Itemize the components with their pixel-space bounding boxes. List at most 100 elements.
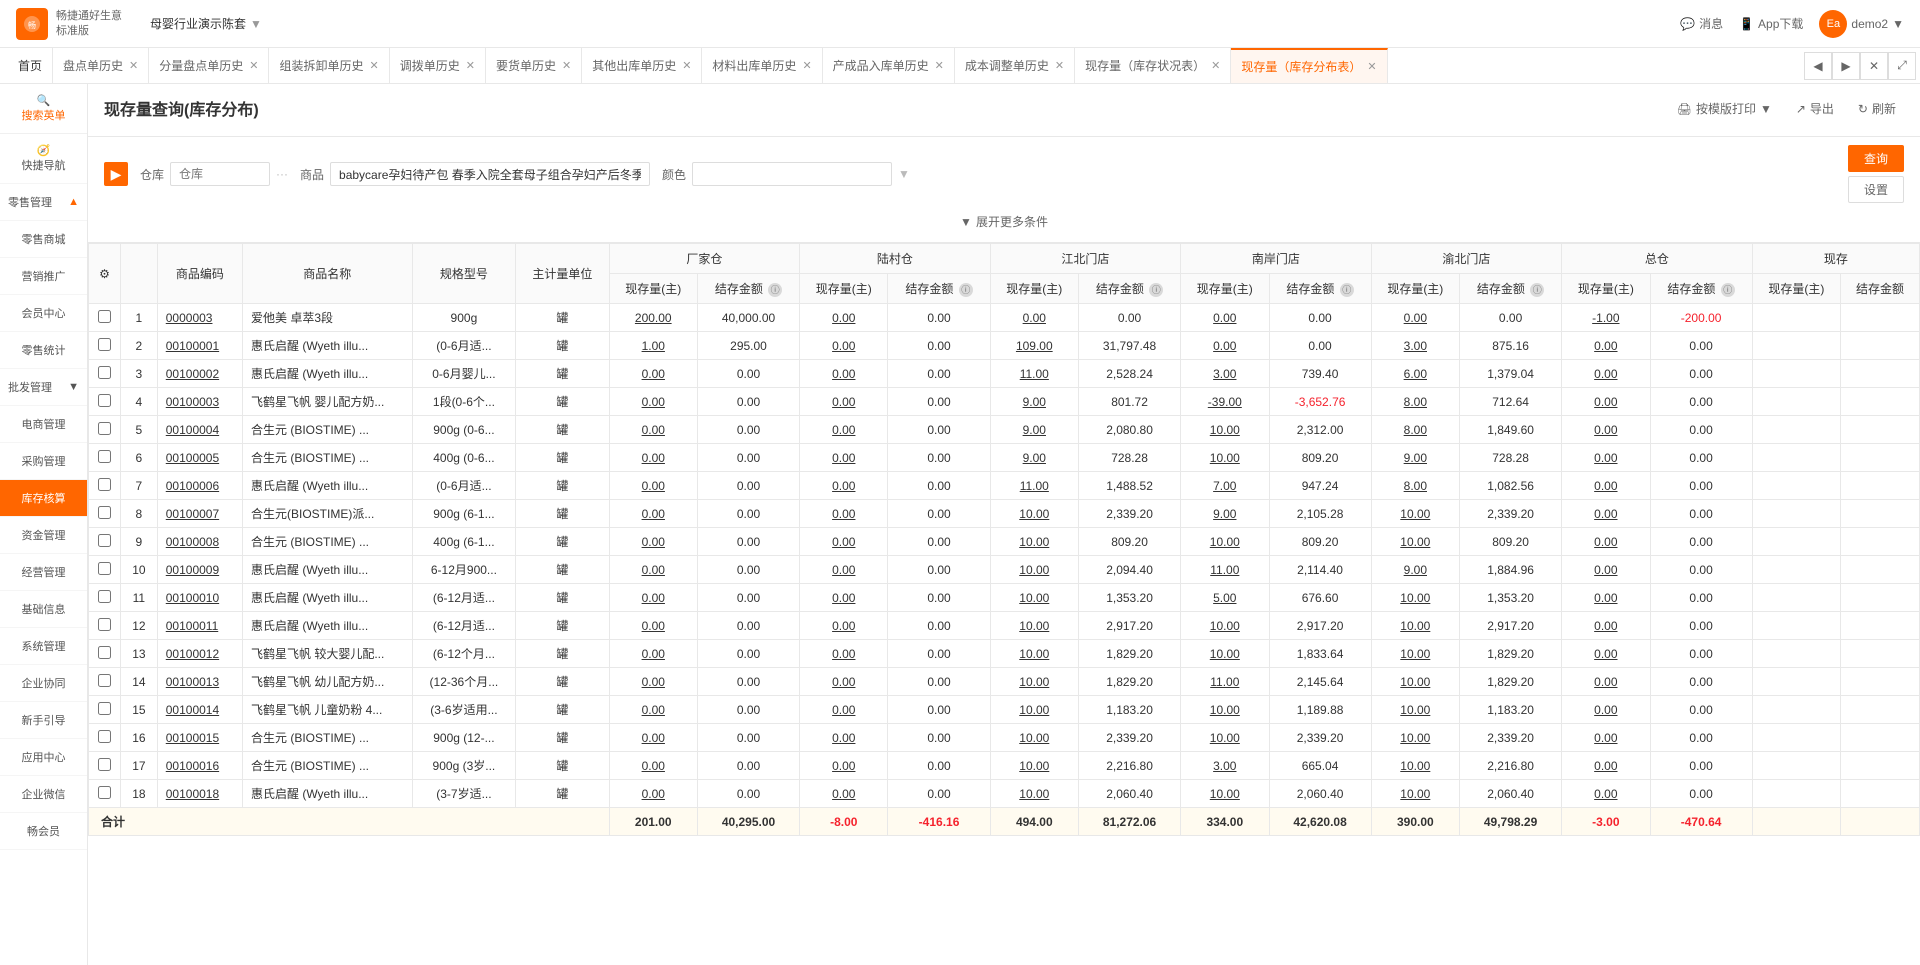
sidebar-item-retail[interactable]: 零售管理 ▲ (0, 184, 87, 221)
row-code[interactable]: 00100013 (157, 668, 242, 696)
row-jb-qty[interactable]: 10.00 (990, 668, 1078, 696)
tab-home[interactable]: 首页 (8, 48, 53, 83)
row-l-qty[interactable]: 0.00 (800, 668, 888, 696)
tab-close-icon[interactable]: ✕ (562, 59, 571, 72)
row-t-qty[interactable]: 0.00 (1562, 780, 1650, 808)
row-na-qty[interactable]: 3.00 (1181, 752, 1269, 780)
row-f-qty[interactable]: 0.00 (609, 528, 697, 556)
row-select[interactable] (89, 668, 121, 696)
row-jb-qty[interactable]: 11.00 (990, 472, 1078, 500)
row-yb-qty[interactable]: 9.00 (1371, 444, 1459, 472)
tab-close-icon[interactable]: ✕ (466, 59, 475, 72)
row-na-qty[interactable]: 11.00 (1181, 556, 1269, 584)
row-f-qty[interactable]: 0.00 (609, 668, 697, 696)
sidebar-item-wechat[interactable]: 企业微信 (0, 776, 87, 813)
row-f-qty[interactable]: 0.00 (609, 696, 697, 724)
tab-close-icon[interactable]: ✕ (249, 59, 258, 72)
row-f-qty[interactable]: 0.00 (609, 556, 697, 584)
row-na-qty[interactable]: 9.00 (1181, 500, 1269, 528)
row-t-qty[interactable]: -1.00 (1562, 304, 1650, 332)
row-jb-qty[interactable]: 10.00 (990, 500, 1078, 528)
row-yb-qty[interactable]: 10.00 (1371, 668, 1459, 696)
row-l-qty[interactable]: 0.00 (800, 444, 888, 472)
row-yb-qty[interactable]: 8.00 (1371, 416, 1459, 444)
row-f-qty[interactable]: 0.00 (609, 640, 697, 668)
row-select[interactable] (89, 472, 121, 500)
row-yb-qty[interactable]: 8.00 (1371, 472, 1459, 500)
tab-close-icon[interactable]: ✕ (1367, 60, 1376, 73)
row-jb-qty[interactable]: 11.00 (990, 360, 1078, 388)
sidebar-item-operations[interactable]: 经营管理 (0, 554, 87, 591)
row-t-qty[interactable]: 0.00 (1562, 528, 1650, 556)
sidebar-item-member-plus[interactable]: 畅会员 (0, 813, 87, 850)
row-na-qty[interactable]: 10.00 (1181, 612, 1269, 640)
row-na-qty[interactable]: 10.00 (1181, 640, 1269, 668)
sidebar-item-retail-stats[interactable]: 零售统计 (0, 332, 87, 369)
sidebar-item-members[interactable]: 会员中心 (0, 295, 87, 332)
row-l-qty[interactable]: 0.00 (800, 500, 888, 528)
warehouse-input[interactable] (170, 162, 270, 186)
row-select[interactable] (89, 360, 121, 388)
row-na-qty[interactable]: 10.00 (1181, 724, 1269, 752)
row-code[interactable]: 00100016 (157, 752, 242, 780)
row-yb-qty[interactable]: 9.00 (1371, 556, 1459, 584)
row-l-qty[interactable]: 0.00 (800, 640, 888, 668)
row-yb-qty[interactable]: 10.00 (1371, 612, 1459, 640)
row-f-qty[interactable]: 0.00 (609, 584, 697, 612)
info-icon[interactable]: ⓘ (1340, 283, 1354, 297)
row-yb-qty[interactable]: 10.00 (1371, 500, 1459, 528)
row-l-qty[interactable]: 0.00 (800, 696, 888, 724)
row-select[interactable] (89, 304, 121, 332)
row-select[interactable] (89, 444, 121, 472)
row-f-qty[interactable]: 200.00 (609, 304, 697, 332)
row-jb-qty[interactable]: 0.00 (990, 304, 1078, 332)
tab-next-btn[interactable]: ▶ (1832, 52, 1860, 80)
info-icon[interactable]: ⓘ (959, 283, 973, 297)
info-icon[interactable]: ⓘ (1149, 283, 1163, 297)
row-l-qty[interactable]: 0.00 (800, 528, 888, 556)
tab-close-icon[interactable]: ✕ (935, 59, 944, 72)
row-select[interactable] (89, 332, 121, 360)
row-code[interactable]: 00100018 (157, 780, 242, 808)
row-select[interactable] (89, 416, 121, 444)
tab-close-icon[interactable]: ✕ (682, 59, 691, 72)
row-jb-qty[interactable]: 109.00 (990, 332, 1078, 360)
row-l-qty[interactable]: 0.00 (800, 724, 888, 752)
row-f-qty[interactable]: 0.00 (609, 724, 697, 752)
row-na-qty[interactable]: 10.00 (1181, 416, 1269, 444)
sidebar-item-enterprise[interactable]: 企业协同 (0, 665, 87, 702)
row-yb-qty[interactable]: 10.00 (1371, 780, 1459, 808)
row-code[interactable]: 00100012 (157, 640, 242, 668)
row-code[interactable]: 00100002 (157, 360, 242, 388)
sidebar-item-system[interactable]: 系统管理 (0, 628, 87, 665)
sidebar-item-ecommerce[interactable]: 电商管理 (0, 406, 87, 443)
row-yb-qty[interactable]: 10.00 (1371, 752, 1459, 780)
export-btn[interactable]: ↗ 导出 (1788, 96, 1842, 121)
tab-inventory-check[interactable]: 盘点单历史 ✕ (53, 48, 149, 83)
info-icon[interactable]: ⓘ (1721, 283, 1735, 297)
tab-stock-status[interactable]: 现存量（库存状况表） ✕ (1075, 48, 1231, 83)
row-select[interactable] (89, 724, 121, 752)
download-btn[interactable]: 📱 App下载 (1739, 15, 1803, 32)
print-btn[interactable]: 🖨 按模版打印 ▼ (1669, 96, 1780, 121)
company-dropdown[interactable]: 母婴行业演示陈套 ▼ (150, 15, 262, 32)
row-l-qty[interactable]: 0.00 (800, 304, 888, 332)
row-l-qty[interactable]: 0.00 (800, 332, 888, 360)
row-select[interactable] (89, 612, 121, 640)
sidebar-item-finance[interactable]: 资金管理 (0, 517, 87, 554)
row-t-qty[interactable]: 0.00 (1562, 388, 1650, 416)
row-yb-qty[interactable]: 6.00 (1371, 360, 1459, 388)
row-yb-qty[interactable]: 0.00 (1371, 304, 1459, 332)
row-t-qty[interactable]: 0.00 (1562, 640, 1650, 668)
user-area[interactable]: Ea demo2 ▼ (1819, 10, 1904, 38)
tab-other-out[interactable]: 其他出库单历史 ✕ (582, 48, 702, 83)
row-t-qty[interactable]: 0.00 (1562, 556, 1650, 584)
row-yb-qty[interactable]: 10.00 (1371, 584, 1459, 612)
row-f-qty[interactable]: 0.00 (609, 500, 697, 528)
sidebar-item-guide[interactable]: 新手引导 (0, 702, 87, 739)
row-code[interactable]: 0000003 (157, 304, 242, 332)
row-t-qty[interactable]: 0.00 (1562, 584, 1650, 612)
row-f-qty[interactable]: 0.00 (609, 780, 697, 808)
row-na-qty[interactable]: 0.00 (1181, 332, 1269, 360)
sidebar-item-basic-info[interactable]: 基础信息 (0, 591, 87, 628)
